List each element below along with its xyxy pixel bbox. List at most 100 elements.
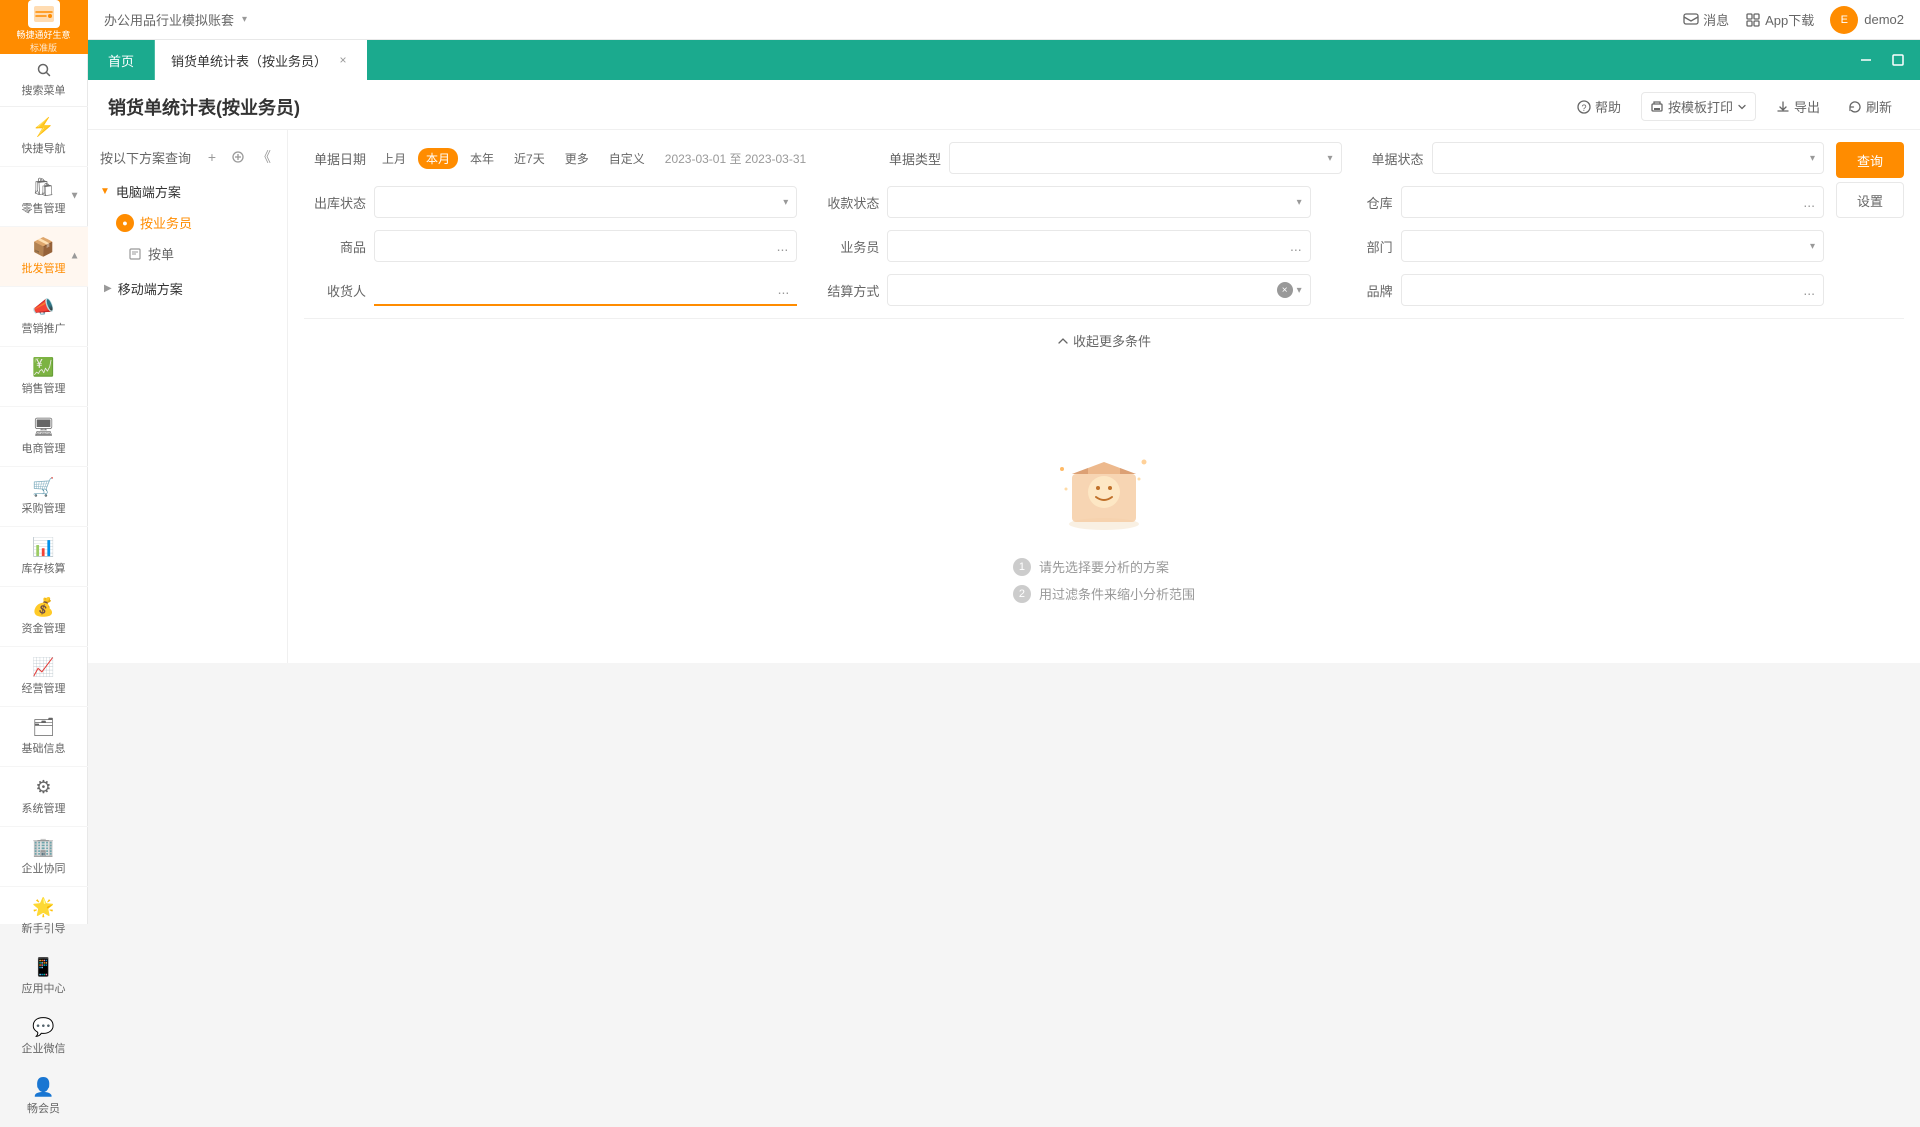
date-label: 单据日期 [304, 149, 374, 168]
sidebar-item-ecommerce[interactable]: 🖥 电商管理 [0, 407, 88, 467]
marketing-icon: 📣 [32, 297, 54, 318]
minimize-icon [1859, 53, 1873, 67]
tab-active[interactable]: 销货单统计表（按业务员） × [155, 40, 367, 80]
scheme-add-button[interactable]: + [201, 146, 223, 168]
sidebar-item-finance[interactable]: 💰 资金管理 [0, 587, 88, 647]
inventory-label: 库存核算 [22, 560, 66, 576]
warehouse-dots[interactable]: ... [1803, 194, 1815, 210]
scheme-mobile-group-title[interactable]: ▶ 移动端方案 [88, 273, 287, 304]
app-logo[interactable]: 畅捷通好生意 标准版 [0, 0, 88, 54]
sidebar-item-shortcuts[interactable]: ⚡ 快捷导航 [0, 107, 88, 167]
page-title: 销货单统计表(按业务员) [108, 94, 300, 120]
print-button[interactable]: 按模板打印 [1641, 92, 1756, 121]
newbie-label: 新手引导 [22, 920, 66, 936]
collapse-icon [1057, 335, 1069, 347]
sidebar-item-enterprise[interactable]: 🏢 企业协同 [0, 827, 88, 887]
wechat-label: 企业微信 [22, 1040, 66, 1056]
scheme-item-salesman[interactable]: ● 按业务员 [88, 207, 287, 238]
hint-text-1: 请先选择要分析的方案 [1039, 557, 1169, 576]
enterprise-label: 企业协同 [22, 860, 66, 876]
sidebar-item-wholesale[interactable]: 📦 批发管理 ▲ [0, 227, 88, 287]
maximize-icon [1891, 53, 1905, 67]
brand-input[interactable]: ... [1401, 274, 1824, 306]
sidebar-item-system[interactable]: ⚙ 系统管理 [0, 767, 88, 827]
help-label: 帮助 [1595, 97, 1621, 116]
dept-input[interactable]: ▾ [1401, 230, 1824, 262]
goods-input[interactable]: ... [374, 230, 797, 262]
scheme-edit-button[interactable] [227, 146, 249, 168]
export-button[interactable]: 导出 [1768, 93, 1828, 120]
sidebar-item-member[interactable]: 👤 畅会员 [0, 1067, 88, 1127]
scheme-collapse-button[interactable]: 《 [253, 146, 275, 168]
scheme-group-mobile: ▶ 移动端方案 [88, 273, 287, 304]
search-menu-item[interactable]: 搜索菜单 [0, 54, 88, 107]
sidebar-item-inventory[interactable]: 📊 库存核算 [0, 527, 88, 587]
sidebar-item-newbie[interactable]: 🌟 新手引导 [0, 887, 88, 947]
receiver-dots[interactable]: ... [778, 281, 790, 297]
sidebar-item-wechat[interactable]: 💬 企业微信 [0, 1007, 88, 1067]
sidebar-item-purchase[interactable]: 🛒 采购管理 [0, 467, 88, 527]
settlement-clear-button[interactable]: × [1277, 282, 1293, 298]
doctype-dropdown-icon: ▾ [1327, 153, 1332, 164]
sidebar-item-operations[interactable]: 📈 经营管理 [0, 647, 88, 707]
doctype-input[interactable]: ▾ [949, 142, 1342, 174]
outstatus-label: 出库状态 [304, 193, 374, 212]
print-label: 按模板打印 [1668, 97, 1733, 116]
scheme-item-salesman-label: 按业务员 [140, 213, 192, 232]
date-range-text: 2023-03-01 至 2023-03-31 [665, 150, 806, 167]
export-icon [1776, 100, 1790, 114]
sidebar-item-marketing[interactable]: 📣 营销推广 [0, 287, 88, 347]
purchase-label: 采购管理 [22, 500, 66, 516]
salesman-label: 业务员 [817, 237, 887, 256]
scheme-sub-item-order[interactable]: 按单 [88, 238, 287, 269]
outstatus-input[interactable]: ▾ [374, 186, 797, 218]
user-name: demo2 [1864, 12, 1904, 27]
date-custom[interactable]: 自定义 [601, 148, 653, 169]
refresh-button[interactable]: 刷新 [1840, 93, 1900, 120]
date-this-year[interactable]: 本年 [462, 148, 502, 169]
salesman-dots[interactable]: ... [1290, 238, 1302, 254]
settings-button[interactable]: 设置 [1836, 182, 1904, 218]
print-dropdown-icon [1737, 102, 1747, 112]
sidebar-item-retail[interactable]: 🛍 零售管理 ▼ [0, 167, 88, 227]
inventory-icon: 📊 [32, 537, 54, 558]
collapse-conditions-button[interactable]: 收起更多条件 [1045, 327, 1163, 354]
empty-svg [1044, 434, 1164, 534]
sub-item-order-label: 按单 [148, 244, 174, 263]
brand-dots[interactable]: ... [1803, 282, 1815, 298]
sidebar-item-sales[interactable]: 💹 销售管理 [0, 347, 88, 407]
help-button[interactable]: ? 帮助 [1569, 93, 1629, 120]
date-last-month[interactable]: 上月 [374, 148, 414, 169]
user-profile[interactable]: E demo2 [1830, 6, 1904, 34]
salesman-input[interactable]: ... [887, 230, 1310, 262]
tab-active-label: 销货单统计表（按业务员） [171, 51, 327, 70]
message-button[interactable]: 消息 [1683, 10, 1729, 29]
marketing-label: 营销推广 [22, 320, 66, 336]
date-last7days[interactable]: 近7天 [506, 148, 553, 169]
sidebar-item-appcenter[interactable]: 📱 应用中心 [0, 947, 88, 1007]
tab-home[interactable]: 首页 [88, 40, 155, 80]
header-dropdown-icon[interactable]: ▾ [242, 14, 247, 25]
basic-icon: 🗂 [32, 717, 55, 738]
wholesale-expand-icon: ▲ [70, 251, 80, 262]
warehouse-input[interactable]: ... [1401, 186, 1824, 218]
sidebar-item-basic[interactable]: 🗂 基础信息 [0, 707, 88, 767]
goods-dots[interactable]: ... [777, 238, 789, 254]
app-download-label: App下载 [1765, 10, 1814, 29]
tab-minimize-button[interactable] [1852, 46, 1880, 74]
docstatus-input[interactable]: ▾ [1432, 142, 1825, 174]
empty-hint-1: 1 请先选择要分析的方案 [1013, 557, 1195, 576]
paystatus-dropdown-icon: ▾ [1297, 197, 1302, 208]
date-more[interactable]: 更多 [557, 148, 597, 169]
paystatus-input[interactable]: ▾ [887, 186, 1310, 218]
logo-icon [28, 0, 60, 28]
app-download-button[interactable]: App下载 [1745, 10, 1814, 29]
tab-maximize-button[interactable] [1884, 46, 1912, 74]
tab-close-button[interactable]: × [335, 52, 351, 68]
scheme-pc-group-title[interactable]: ▼ 电脑端方案 [88, 176, 287, 207]
member-label: 畅会员 [27, 1100, 60, 1116]
query-button[interactable]: 查询 [1836, 142, 1904, 178]
settlement-input[interactable]: × ▾ [887, 274, 1310, 306]
receiver-input[interactable]: ... [374, 274, 797, 306]
date-this-month[interactable]: 本月 [418, 148, 458, 169]
